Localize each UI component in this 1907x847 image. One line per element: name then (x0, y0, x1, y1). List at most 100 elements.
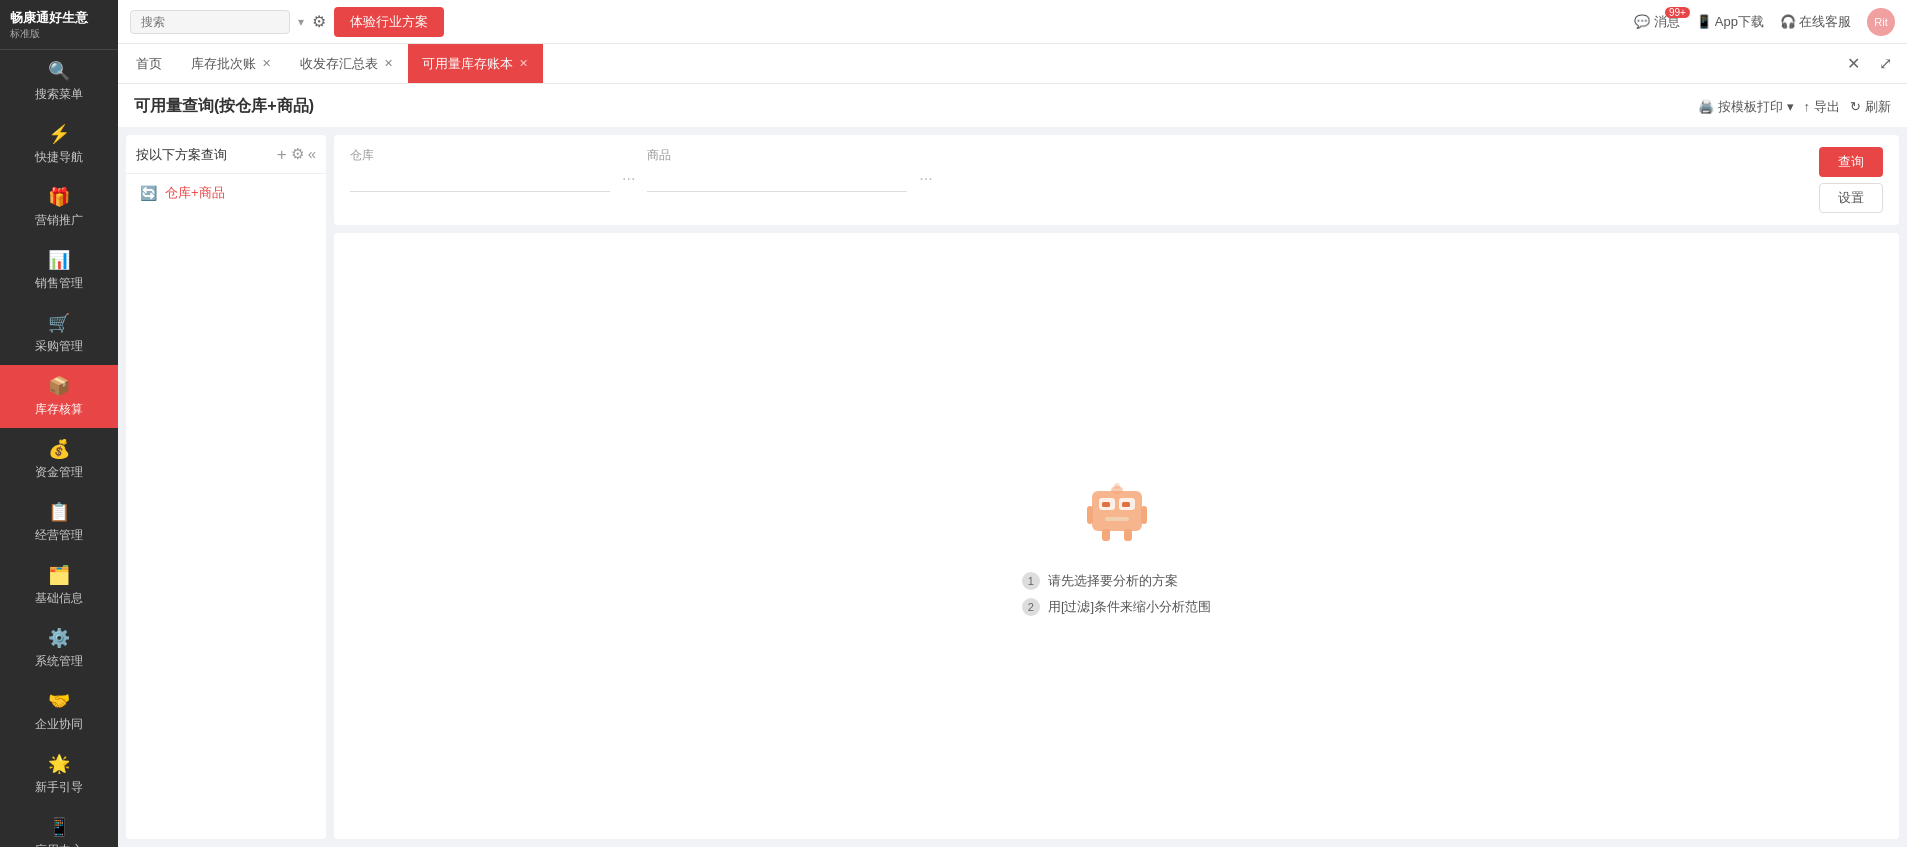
close-tab-button[interactable]: ✕ (1839, 50, 1867, 78)
basic-icon: 🗂️ (48, 564, 70, 586)
svg-rect-6 (1087, 506, 1093, 524)
phone-icon: 📱 (1696, 14, 1712, 29)
print-button[interactable]: 🖨️ 按模板打印 ▾ (1698, 98, 1794, 116)
content-body: 按以下方案查询 + ⚙ « 🔄 仓库+商品 仓库 (126, 135, 1899, 839)
svg-rect-3 (1102, 502, 1110, 507)
tabs-actions: ✕ ⤢ (1839, 50, 1907, 78)
tip-text-1: 请先选择要分析的方案 (1048, 572, 1178, 590)
export-button[interactable]: ↑ 导出 (1804, 98, 1841, 116)
maximize-tab-button[interactable]: ⤢ (1871, 50, 1899, 78)
sidebar-label-finance: 资金管理 (35, 464, 83, 481)
close-tab-inventory-batch-icon[interactable]: ✕ (262, 57, 271, 70)
warehouse-filter: 仓库 (350, 147, 610, 192)
scheme-label-warehouse-goods: 仓库+商品 (165, 184, 225, 202)
print-icon: 🖨️ (1698, 99, 1714, 114)
tab-home[interactable]: 首页 (122, 44, 177, 83)
sidebar-item-finance[interactable]: 💰 资金管理 (0, 428, 118, 491)
warehouse-input[interactable] (350, 168, 610, 192)
scheme-item-warehouse-goods[interactable]: 🔄 仓库+商品 (126, 174, 326, 212)
tab-inventory-batch[interactable]: 库存批次账 ✕ (177, 44, 286, 83)
refresh-icon: ↻ (1850, 99, 1861, 114)
svg-rect-9 (1124, 529, 1132, 541)
sidebar-item-system[interactable]: ⚙️ 系统管理 (0, 617, 118, 680)
inventory-icon: 📦 (48, 375, 70, 397)
sidebar-item-purchase[interactable]: 🛒 采购管理 (0, 302, 118, 365)
empty-tips: 1 请先选择要分析的方案 2 用[过滤]条件来缩小分析范围 (1022, 572, 1211, 616)
svg-point-11 (1114, 483, 1120, 489)
add-scheme-button[interactable]: + (277, 145, 287, 165)
shortcut-icon: ⚡ (48, 123, 70, 145)
tab-collect-summary[interactable]: 收发存汇总表✕ (286, 44, 408, 83)
sidebar-label-system: 系统管理 (35, 653, 83, 670)
main-area: ▾ ⚙ 体验行业方案 💬 消息 99+ 📱 App下载 🎧 在线客服 Rit 首… (118, 0, 1907, 847)
search-input[interactable] (130, 10, 290, 34)
sidebar-label-inventory: 库存核算 (35, 401, 83, 418)
notifications-badge: 99+ (1665, 7, 1690, 18)
onboarding-icon: 🌟 (48, 753, 70, 775)
export-icon: ↑ (1804, 99, 1811, 114)
operations-icon: 📋 (48, 501, 70, 523)
page-content: 可用量查询(按仓库+商品) 🖨️ 按模板打印 ▾ ↑ 导出 ↻ 刷新 (118, 84, 1907, 847)
sidebar-item-onboarding[interactable]: 🌟 新手引导 (0, 743, 118, 806)
tab-label-inventory-batch: 库存批次账 (191, 55, 256, 73)
tab-available-stock[interactable]: 可用量库存账本 ✕ (408, 44, 543, 83)
sidebar-label-shortcut: 快捷导航 (35, 149, 83, 166)
tab-label-available-stock: 可用量库存账本 (422, 55, 513, 73)
config-scheme-button[interactable]: ⚙ (291, 145, 304, 165)
industry-button[interactable]: 体验行业方案 (334, 7, 444, 37)
sidebar-item-sales[interactable]: 📊 销售管理 (0, 239, 118, 302)
empty-illustration (1067, 456, 1167, 556)
svg-rect-5 (1105, 517, 1129, 521)
goods-input[interactable] (647, 168, 907, 192)
system-icon: ⚙️ (48, 627, 70, 649)
refresh-button[interactable]: ↻ 刷新 (1850, 98, 1891, 116)
right-panel: 仓库 ··· 商品 ··· 查询 设置 (334, 135, 1899, 839)
scheme-panel-title: 按以下方案查询 (136, 146, 227, 164)
sidebar-item-operations[interactable]: 📋 经营管理 (0, 491, 118, 554)
svg-rect-0 (1092, 491, 1142, 531)
svg-rect-7 (1141, 506, 1147, 524)
page-header-actions: 🖨️ 按模板打印 ▾ ↑ 导出 ↻ 刷新 (1698, 98, 1892, 116)
sidebar-item-marketing-promo[interactable]: 🎁 营销推广 (0, 176, 118, 239)
sidebar-item-apps[interactable]: 📱 应用中心 (0, 806, 118, 847)
app-download-button[interactable]: 📱 App下载 (1696, 13, 1764, 31)
sidebar-label-operations: 经营管理 (35, 527, 83, 544)
dropdown-chevron-icon[interactable]: ▾ (298, 15, 304, 29)
goods-more-icon[interactable]: ··· (919, 170, 932, 192)
sidebar-item-cooperation[interactable]: 🤝 企业协同 (0, 680, 118, 743)
collapse-scheme-button[interactable]: « (308, 145, 316, 165)
app-name: 畅康通好生意 (10, 10, 108, 27)
search-icon: 🔍 (48, 60, 70, 82)
settings-icon[interactable]: ⚙ (312, 12, 326, 31)
sidebar-item-basic[interactable]: 🗂️ 基础信息 (0, 554, 118, 617)
app-version: 标准版 (10, 27, 108, 41)
empty-tip-1: 1 请先选择要分析的方案 (1022, 572, 1211, 590)
sidebar-item-search[interactable]: 🔍 搜索菜单 (0, 50, 118, 113)
notifications-button[interactable]: 💬 消息 99+ (1634, 13, 1680, 31)
warehouse-more-icon[interactable]: ··· (622, 170, 635, 192)
sidebar-item-shortcut[interactable]: ⚡ 快捷导航 (0, 113, 118, 176)
warehouse-label: 仓库 (350, 147, 610, 164)
goods-label: 商品 (647, 147, 907, 164)
sidebar-label-sales: 销售管理 (35, 275, 83, 292)
finance-icon: 💰 (48, 438, 70, 460)
sidebar-label-cooperation: 企业协同 (35, 716, 83, 733)
sidebar-label-onboarding: 新手引导 (35, 779, 83, 796)
filter-settings-button[interactable]: 设置 (1819, 183, 1883, 213)
customer-service-button[interactable]: 🎧 在线客服 (1780, 13, 1851, 31)
tip-text-2: 用[过滤]条件来缩小分析范围 (1048, 598, 1211, 616)
close-tab-available-stock-icon[interactable]: ✕ (519, 57, 528, 70)
query-button[interactable]: 查询 (1819, 147, 1883, 177)
sidebar-item-inventory[interactable]: 📦 库存核算 (0, 365, 118, 428)
avatar[interactable]: Rit (1867, 8, 1895, 36)
cooperation-icon: 🤝 (48, 690, 70, 712)
purchase-icon: 🛒 (48, 312, 70, 334)
empty-tip-2: 2 用[过滤]条件来缩小分析范围 (1022, 598, 1211, 616)
page-title: 可用量查询(按仓库+商品) (134, 96, 314, 117)
page-header: 可用量查询(按仓库+商品) 🖨️ 按模板打印 ▾ ↑ 导出 ↻ 刷新 (118, 84, 1907, 127)
bell-icon: 💬 (1634, 14, 1650, 29)
tip-number-1: 1 (1022, 572, 1040, 590)
close-tab-collect-summary-icon[interactable]: ✕ (384, 57, 393, 70)
print-chevron-icon: ▾ (1787, 99, 1794, 114)
scheme-panel-actions: + ⚙ « (277, 145, 316, 165)
